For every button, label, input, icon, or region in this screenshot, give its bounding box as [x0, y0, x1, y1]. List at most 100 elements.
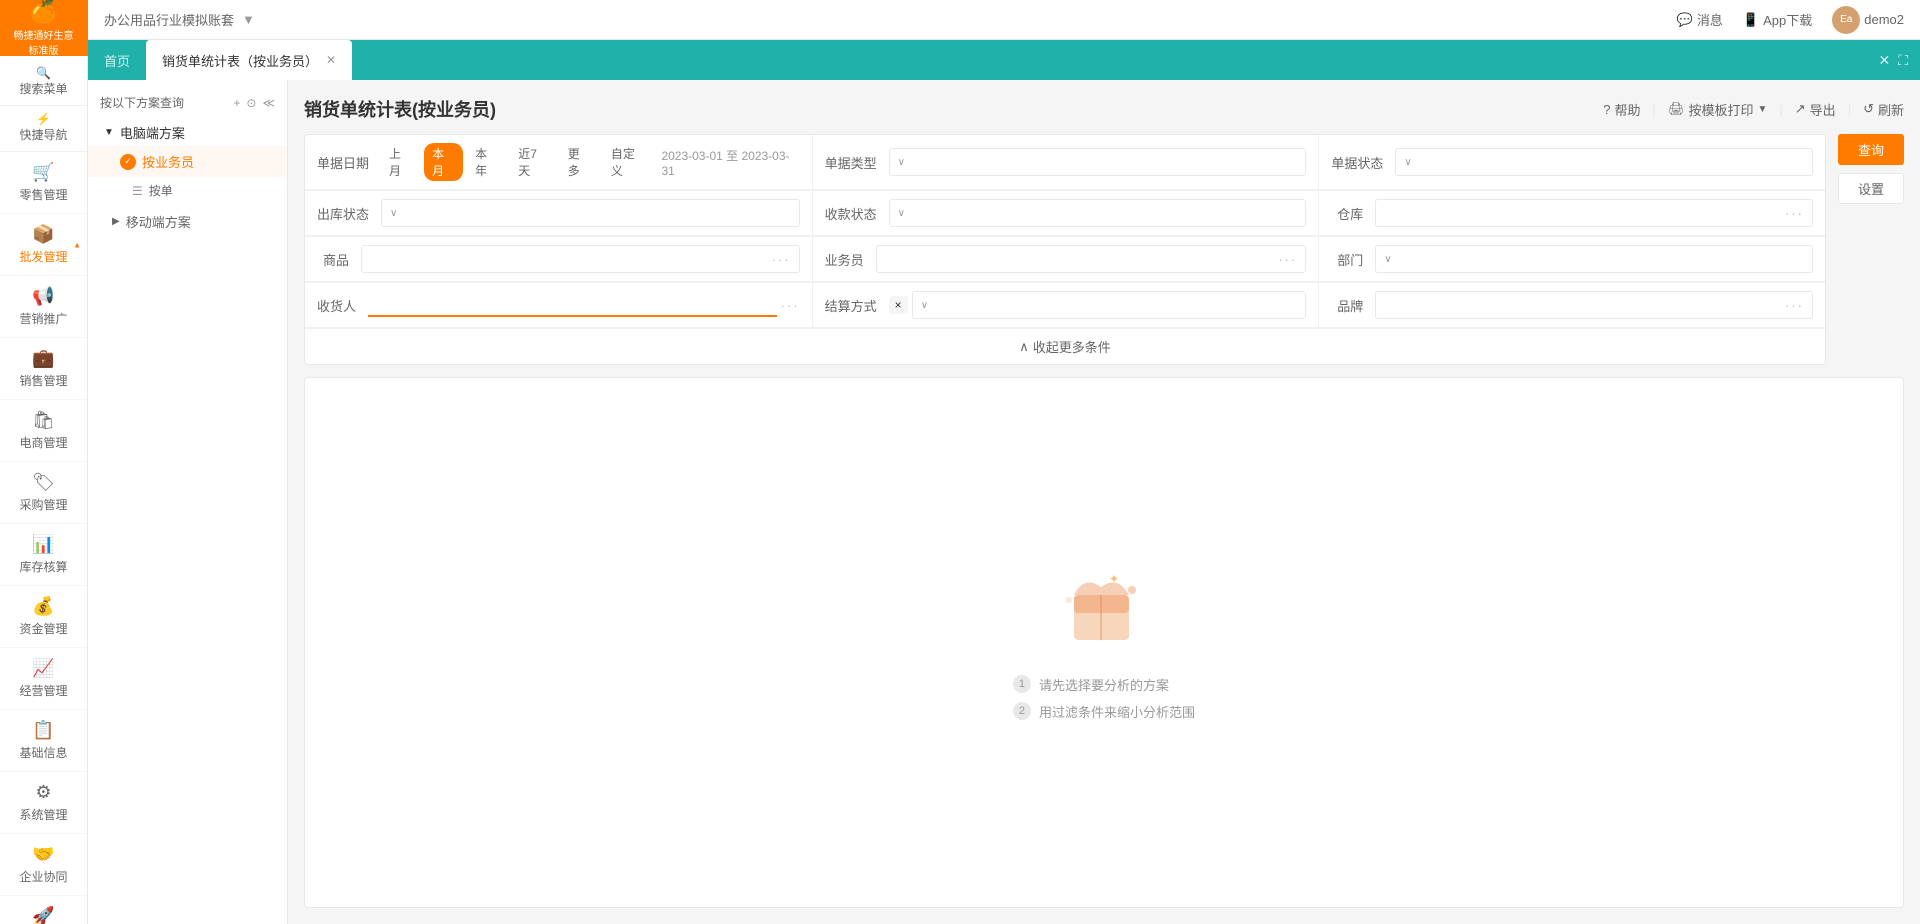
payment-tag-close[interactable]: ×	[895, 298, 902, 312]
print-dropdown-icon: ▼	[1757, 104, 1767, 115]
sidebar-item-finance[interactable]: 💰 资金管理	[0, 586, 87, 648]
print-btn[interactable]: 🖨 按模板打印 ▼	[1668, 100, 1767, 119]
doc-type-select[interactable]: ∨	[889, 148, 1307, 176]
message-btn[interactable]: 💬 消息	[1677, 10, 1723, 29]
finance-icon: 💰	[32, 596, 54, 617]
divider-3: |	[1848, 102, 1851, 117]
sidebar-item-marketing[interactable]: 📢 营销推广	[0, 276, 87, 338]
brand-cell: 品牌 ···	[1318, 283, 1825, 328]
left-panel-header: 按以下方案查询 + ⊙ ≪	[88, 88, 287, 119]
sidebar-item-basic[interactable]: 📋 基础信息	[0, 710, 87, 772]
pc-scheme-group: ▼ 电脑端方案 ✓ 按业务员 ☰ 按单	[88, 119, 287, 204]
tab-close-all-icon[interactable]: ✕	[1878, 52, 1890, 69]
enterprise-icon: 🤝	[32, 844, 54, 865]
help-btn[interactable]: ? 帮助	[1603, 100, 1640, 119]
app-logo[interactable]: 🍊 畅捷通好生意 标准版	[0, 0, 88, 56]
brand-select[interactable]: ···	[1375, 291, 1813, 319]
scheme-by-order[interactable]: ☰ 按单	[88, 177, 287, 204]
help-icon: ?	[1603, 102, 1610, 117]
export-btn[interactable]: ↗ 导出	[1795, 100, 1836, 119]
user-avatar-btn[interactable]: Ea demo2	[1832, 6, 1904, 34]
breadcrumb-dropdown-icon[interactable]: ▼	[242, 12, 255, 27]
pc-scheme-toggle[interactable]: ▼ 电脑端方案	[88, 119, 287, 146]
product-select[interactable]: ···	[361, 245, 800, 273]
by-order-icon: ☰	[132, 184, 143, 198]
date-tab-last7[interactable]: 近7天	[510, 143, 555, 181]
date-tab-custom[interactable]: 自定义	[603, 143, 654, 181]
empty-icon: ✦	[1054, 565, 1154, 655]
empty-tip-1-text: 请先选择要分析的方案	[1039, 675, 1169, 694]
tab-expand-icon[interactable]: ⛶	[1898, 52, 1908, 69]
sidebar-shortcut[interactable]: ⚡ 快捷导航	[0, 106, 87, 152]
tabbar-actions: ✕ ⛶	[1878, 52, 1920, 69]
app-download-btn[interactable]: 📱 App下载	[1743, 10, 1812, 29]
receiver-input[interactable]	[368, 294, 777, 317]
page-title: 销货单统计表(按业务员)	[304, 96, 496, 122]
delivery-control: ∨	[381, 199, 800, 227]
sidebar-item-sales[interactable]: 💼 销售管理	[0, 338, 87, 400]
collapse-row[interactable]: ∧ 收起更多条件	[305, 329, 1825, 364]
download-icon: 📱	[1743, 12, 1759, 28]
mobile-scheme-arrow: ▶	[112, 216, 120, 227]
query-btn[interactable]: 查询	[1838, 134, 1904, 165]
sidebar: 🍊 畅捷通好生意 标准版 🔍 搜索菜单 ⚡ 快捷导航 🛒 零售管理 📦 批发管理…	[0, 0, 88, 924]
main: 办公用品行业模拟账套 ▼ 💬 消息 📱 App下载 Ea demo2 首页	[88, 0, 1920, 924]
product-label: 商品	[317, 250, 357, 269]
payment-select[interactable]: ∨	[912, 291, 1307, 319]
receipt-label: 收款状态	[825, 204, 885, 223]
mobile-scheme-toggle[interactable]: ▶ 移动端方案	[88, 208, 287, 235]
pc-scheme-label: 电脑端方案	[120, 123, 185, 142]
sidebar-item-ecommerce[interactable]: 🛍 电商管理	[0, 400, 87, 462]
tab-sales-stat[interactable]: 销货单统计表（按业务员） ✕	[146, 40, 352, 80]
sidebar-item-operation[interactable]: 📈 经营管理	[0, 648, 87, 710]
sidebar-item-enterprise[interactable]: 🤝 企业协同	[0, 834, 87, 896]
sidebar-item-retail[interactable]: 🛒 零售管理	[0, 152, 87, 214]
add-scheme-icon[interactable]: +	[233, 96, 240, 110]
empty-tip-2: 2 用过滤条件来缩小分析范围	[1013, 702, 1195, 721]
print-icon: 🖨	[1668, 101, 1685, 117]
mobile-scheme-group: ▶ 移动端方案	[88, 208, 287, 235]
empty-tip-1: 1 请先选择要分析的方案	[1013, 675, 1195, 694]
sidebar-item-wholesale[interactable]: 📦 批发管理	[0, 214, 87, 276]
salesperson-active-dot: ✓	[120, 154, 136, 170]
warehouse-select[interactable]: ···	[1375, 199, 1813, 227]
sidebar-item-purchase[interactable]: 🏷 采购管理	[0, 462, 87, 524]
date-tab-this-month[interactable]: 本月	[424, 143, 463, 181]
filter-row-2: 出库状态 ∨ 收款状态 ∨	[305, 191, 1825, 237]
doc-status-select[interactable]: ∨	[1395, 148, 1813, 176]
logo-icon: 🍊	[30, 0, 57, 25]
sidebar-item-inventory[interactable]: 📊 库存核算	[0, 524, 87, 586]
date-tab-more[interactable]: 更多	[560, 143, 599, 181]
dept-select[interactable]: ∨	[1375, 245, 1813, 273]
system-icon: ⚙	[35, 782, 51, 803]
sidebar-item-newbie[interactable]: 🚀 新手引导	[0, 896, 87, 924]
settings-scheme-icon[interactable]: ⊙	[246, 96, 256, 110]
tab-close-icon[interactable]: ✕	[326, 53, 336, 67]
doc-type-cell: 单据类型 ∨	[812, 135, 1319, 190]
collapse-icon: ∧	[1019, 339, 1029, 355]
pc-scheme-arrow: ▼	[104, 127, 114, 138]
date-tab-this-year[interactable]: 本年	[467, 143, 506, 181]
receiver-cell: 收货人 ···	[305, 283, 812, 328]
date-label: 单据日期	[317, 153, 377, 172]
salesperson-select[interactable]: ···	[876, 245, 1307, 273]
scheme-by-salesperson[interactable]: ✓ 按业务员	[88, 146, 287, 177]
settings-btn[interactable]: 设置	[1838, 173, 1904, 204]
collapse-label: 收起更多条件	[1033, 337, 1111, 356]
query-area: 查询 设置	[1838, 134, 1904, 204]
refresh-btn[interactable]: ↺ 刷新	[1863, 100, 1904, 119]
warehouse-control: ···	[1375, 199, 1813, 227]
sidebar-search[interactable]: 🔍 搜索菜单	[0, 56, 87, 106]
topbar: 办公用品行业模拟账套 ▼ 💬 消息 📱 App下载 Ea demo2	[88, 0, 1920, 40]
doc-status-control: ∨	[1395, 148, 1813, 176]
left-panel-header-icons: + ⊙ ≪	[233, 96, 275, 110]
operation-icon: 📈	[32, 658, 54, 679]
empty-state: ✦ 1 请先选择要分析的方案 2 用过滤条件来缩小分析范围	[304, 377, 1904, 908]
date-tab-last-month[interactable]: 上月	[381, 143, 420, 181]
marketing-icon: 📢	[32, 286, 54, 307]
delivery-select[interactable]: ∨	[381, 199, 800, 227]
collapse-panel-icon[interactable]: ≪	[262, 96, 275, 110]
receipt-select[interactable]: ∨	[889, 199, 1307, 227]
sidebar-item-system[interactable]: ⚙ 系统管理	[0, 772, 87, 834]
tab-home[interactable]: 首页	[88, 40, 146, 80]
